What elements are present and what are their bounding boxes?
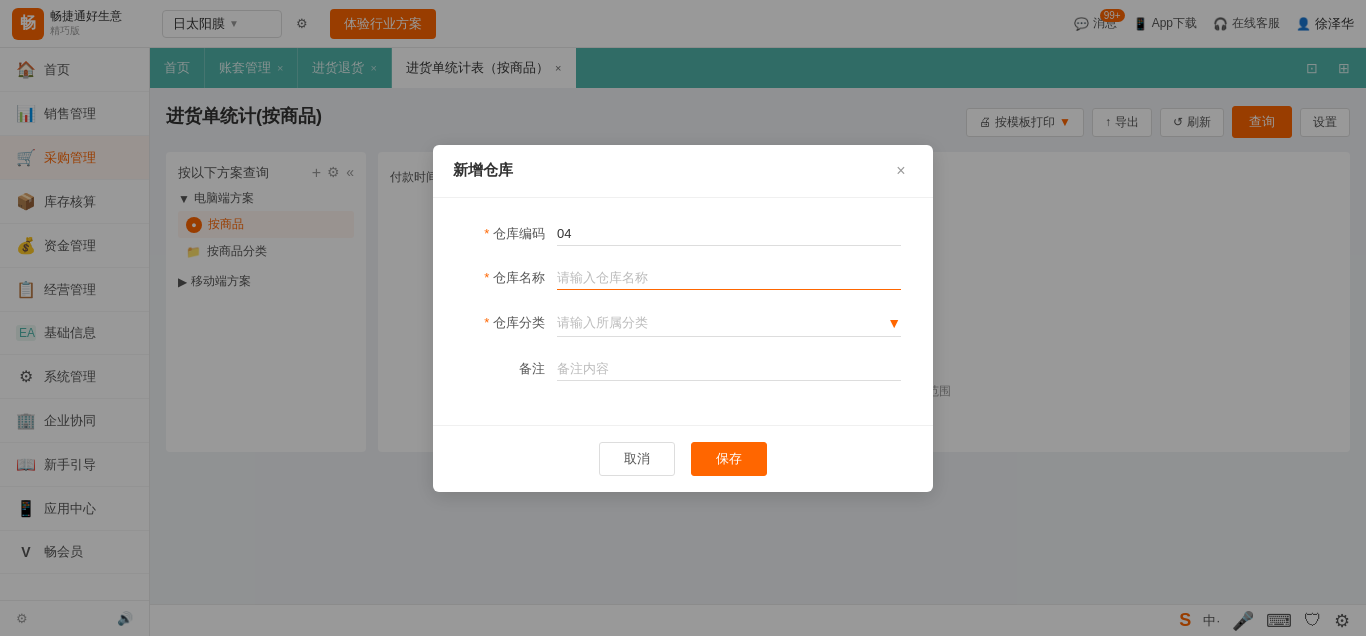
modal-body: 仓库编码 仓库名称 仓库分类 请输入所属分类 ▼ 备注 <box>433 198 933 425</box>
category-placeholder: 请输入所属分类 <box>557 314 648 332</box>
form-row-remark: 备注 <box>465 357 901 381</box>
modal-close-icon[interactable]: × <box>889 159 913 183</box>
form-row-code: 仓库编码 <box>465 222 901 246</box>
name-label: 仓库名称 <box>465 269 545 287</box>
code-input[interactable] <box>557 222 901 246</box>
name-input[interactable] <box>557 266 901 290</box>
form-row-category: 仓库分类 请输入所属分类 ▼ <box>465 310 901 337</box>
modal-title: 新增仓库 <box>453 161 513 180</box>
remark-label: 备注 <box>465 360 545 378</box>
modal-footer: 取消 保存 <box>433 425 933 492</box>
cancel-button[interactable]: 取消 <box>599 442 675 476</box>
save-button[interactable]: 保存 <box>691 442 767 476</box>
remark-input[interactable] <box>557 357 901 381</box>
new-warehouse-modal: 新增仓库 × 仓库编码 仓库名称 仓库分类 请输入所属分类 ▼ <box>433 145 933 492</box>
code-label: 仓库编码 <box>465 225 545 243</box>
category-label: 仓库分类 <box>465 314 545 332</box>
category-select[interactable]: 请输入所属分类 ▼ <box>557 310 901 337</box>
form-row-name: 仓库名称 <box>465 266 901 290</box>
modal-header: 新增仓库 × <box>433 145 933 198</box>
category-dropdown-arrow-icon: ▼ <box>887 315 901 331</box>
modal-overlay: 新增仓库 × 仓库编码 仓库名称 仓库分类 请输入所属分类 ▼ <box>0 0 1366 636</box>
